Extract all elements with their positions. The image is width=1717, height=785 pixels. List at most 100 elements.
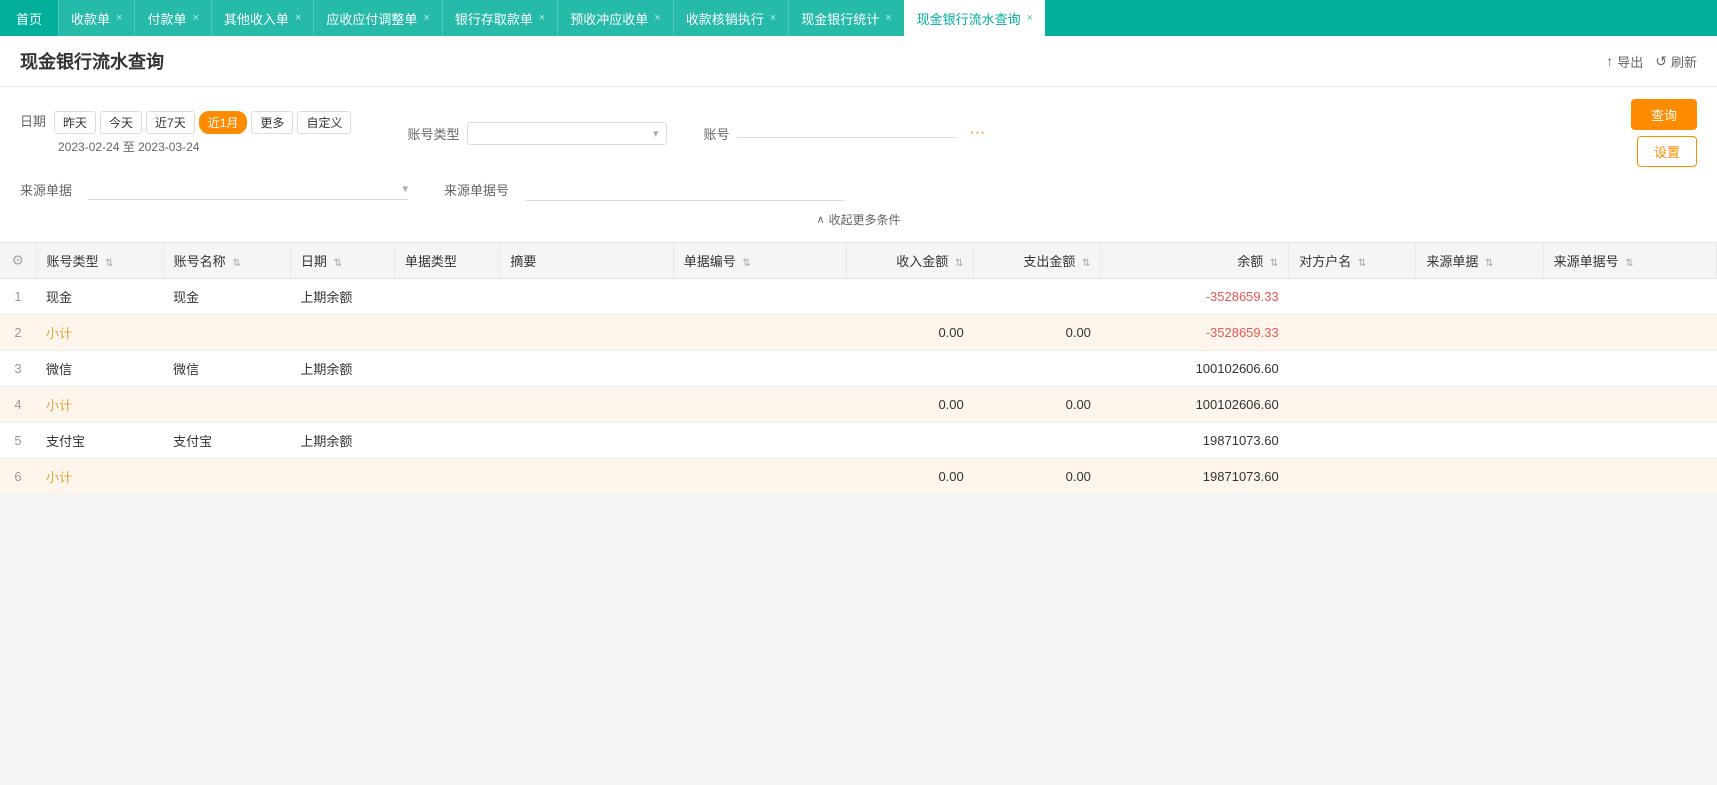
close-icon[interactable]: × <box>423 12 429 24</box>
date-btn-7days[interactable]: 近7天 <box>146 111 195 134</box>
data-table-container: ⚙ 账号类型 ⇅ 账号名称 ⇅ 日期 ⇅ 单据类型 摘要 <box>0 243 1717 495</box>
date-btn-1month[interactable]: 近1月 <box>199 111 248 134</box>
cell-income <box>847 423 974 459</box>
date-btn-custom[interactable]: 自定义 <box>297 111 351 134</box>
cell-summary <box>500 315 673 351</box>
row-num: 2 <box>0 315 36 351</box>
th-counterpart: 对方户名 ⇅ <box>1289 243 1416 279</box>
sort-icon[interactable]: ⇅ <box>1485 258 1493 269</box>
source-doc-select[interactable]: ▾ <box>88 178 408 200</box>
sort-icon[interactable]: ⇅ <box>1358 258 1366 269</box>
nav-tab-yushouzhengying[interactable]: 预收冲应收单 × <box>557 0 672 36</box>
cell-account-name: 现金 <box>163 279 290 315</box>
nav-tab-fukuandan[interactable]: 付款单 × <box>134 0 210 36</box>
account-select[interactable] <box>737 129 957 138</box>
chevron-down-icon: ▾ <box>653 127 659 140</box>
source-doc-num-input[interactable] <box>525 177 845 201</box>
date-btn-more[interactable]: 更多 <box>251 111 293 134</box>
top-navigation: 首页 收款单 × 付款单 × 其他收入单 × 应收应付调整单 × 银行存取款单 … <box>0 0 1717 36</box>
row-num: 6 <box>0 459 36 495</box>
account-type-label: 账号类型 <box>407 124 459 143</box>
sort-icon[interactable]: ⇅ <box>1270 258 1278 269</box>
date-range-display: 2023-02-24 至 2023-03-24 <box>58 138 351 155</box>
cell-source-doc-no <box>1543 387 1716 423</box>
cell-summary <box>500 459 673 495</box>
cell-summary <box>500 387 673 423</box>
cell-doc-type <box>394 423 499 459</box>
gear-icon[interactable]: ⚙ <box>11 252 24 268</box>
cell-doc-no <box>673 315 846 351</box>
sort-icon[interactable]: ⇅ <box>1082 258 1090 269</box>
cell-account-name <box>163 387 290 423</box>
cell-source-doc-no <box>1543 423 1716 459</box>
cell-counterpart <box>1289 387 1416 423</box>
export-button[interactable]: ↑ 导出 <box>1606 52 1643 71</box>
th-gear: ⚙ <box>0 243 36 279</box>
account-type-select[interactable]: ▾ <box>467 122 667 145</box>
cell-balance: -3528659.33 <box>1101 279 1289 315</box>
collapse-bar[interactable]: ∧ 收起更多条件 <box>20 205 1697 230</box>
table-header-row: ⚙ 账号类型 ⇅ 账号名称 ⇅ 日期 ⇅ 单据类型 摘要 <box>0 243 1717 279</box>
table-row: 1 现金 现金 上期余额 -3528659.33 <box>0 279 1717 315</box>
cell-account-type: 小计 <box>36 315 163 351</box>
account-dots-button[interactable]: ··· <box>965 124 989 142</box>
th-date: 日期 ⇅ <box>290 243 394 279</box>
sort-icon[interactable]: ⇅ <box>1625 258 1633 269</box>
close-icon[interactable]: × <box>192 12 198 24</box>
setting-button[interactable]: 设置 <box>1637 136 1697 167</box>
nav-home[interactable]: 首页 <box>0 0 58 36</box>
cell-income: 0.00 <box>847 387 974 423</box>
nav-tab-shoukuandan[interactable]: 收款单 × <box>58 0 134 36</box>
cell-account-name: 微信 <box>163 351 290 387</box>
cell-expense <box>974 423 1101 459</box>
nav-tab-qitashouru[interactable]: 其他收入单 × <box>211 0 313 36</box>
nav-tab-shoukuanzhixing[interactable]: 收款核销执行 × <box>673 0 788 36</box>
close-icon[interactable]: × <box>295 12 301 24</box>
sort-icon[interactable]: ⇅ <box>955 258 963 269</box>
nav-tab-yingshoutiaozheng[interactable]: 应收应付调整单 × <box>313 0 441 36</box>
th-account-name: 账号名称 ⇅ <box>163 243 290 279</box>
cell-counterpart <box>1289 423 1416 459</box>
nav-tab-xianjinliushui[interactable]: 现金银行流水查询 × <box>904 0 1045 36</box>
sort-icon[interactable]: ⇅ <box>333 258 341 269</box>
refresh-button[interactable]: ↺ 刷新 <box>1655 52 1697 71</box>
action-buttons: 查询 设置 <box>1631 99 1697 167</box>
date-btn-yesterday[interactable]: 昨天 <box>54 111 96 134</box>
source-doc-num-label: 来源单据号 <box>444 180 509 199</box>
cell-account-type: 小计 <box>36 459 163 495</box>
cell-account-name <box>163 459 290 495</box>
th-summary: 摘要 <box>500 243 673 279</box>
cell-doc-no <box>673 279 846 315</box>
close-icon[interactable]: × <box>1027 12 1033 24</box>
query-button[interactable]: 查询 <box>1631 99 1697 130</box>
close-icon[interactable]: × <box>885 12 891 24</box>
cell-summary <box>500 423 673 459</box>
cell-source-doc <box>1416 279 1543 315</box>
close-icon[interactable]: × <box>539 12 545 24</box>
sort-icon[interactable]: ⇅ <box>742 258 750 269</box>
date-btn-today[interactable]: 今天 <box>100 111 142 134</box>
cell-source-doc <box>1416 387 1543 423</box>
cell-summary <box>500 351 673 387</box>
cell-doc-type <box>394 351 499 387</box>
cell-counterpart <box>1289 279 1416 315</box>
page-header: 现金银行流水查询 ↑ 导出 ↺ 刷新 <box>0 36 1717 87</box>
account-type-filter: 账号类型 ▾ <box>407 122 667 145</box>
sort-icon[interactable]: ⇅ <box>232 258 240 269</box>
filter-row-2: 来源单据 ▾ 来源单据号 <box>20 177 1697 201</box>
row-num: 3 <box>0 351 36 387</box>
cell-income: 0.00 <box>847 315 974 351</box>
nav-tab-xianjinyinhantongji[interactable]: 现金银行统计 × <box>788 0 903 36</box>
close-icon[interactable]: × <box>770 12 776 24</box>
nav-tab-yinhangcunqu[interactable]: 银行存取款单 × <box>442 0 557 36</box>
cell-source-doc <box>1416 459 1543 495</box>
close-icon[interactable]: × <box>654 12 660 24</box>
sort-icon[interactable]: ⇅ <box>105 258 113 269</box>
cell-doc-no <box>673 387 846 423</box>
close-icon[interactable]: × <box>116 12 122 24</box>
cell-counterpart <box>1289 459 1416 495</box>
export-icon: ↑ <box>1606 53 1613 69</box>
header-actions: ↑ 导出 ↺ 刷新 <box>1606 52 1697 71</box>
chevron-down-icon-2: ▾ <box>402 182 408 195</box>
cell-balance: 19871073.60 <box>1101 459 1289 495</box>
